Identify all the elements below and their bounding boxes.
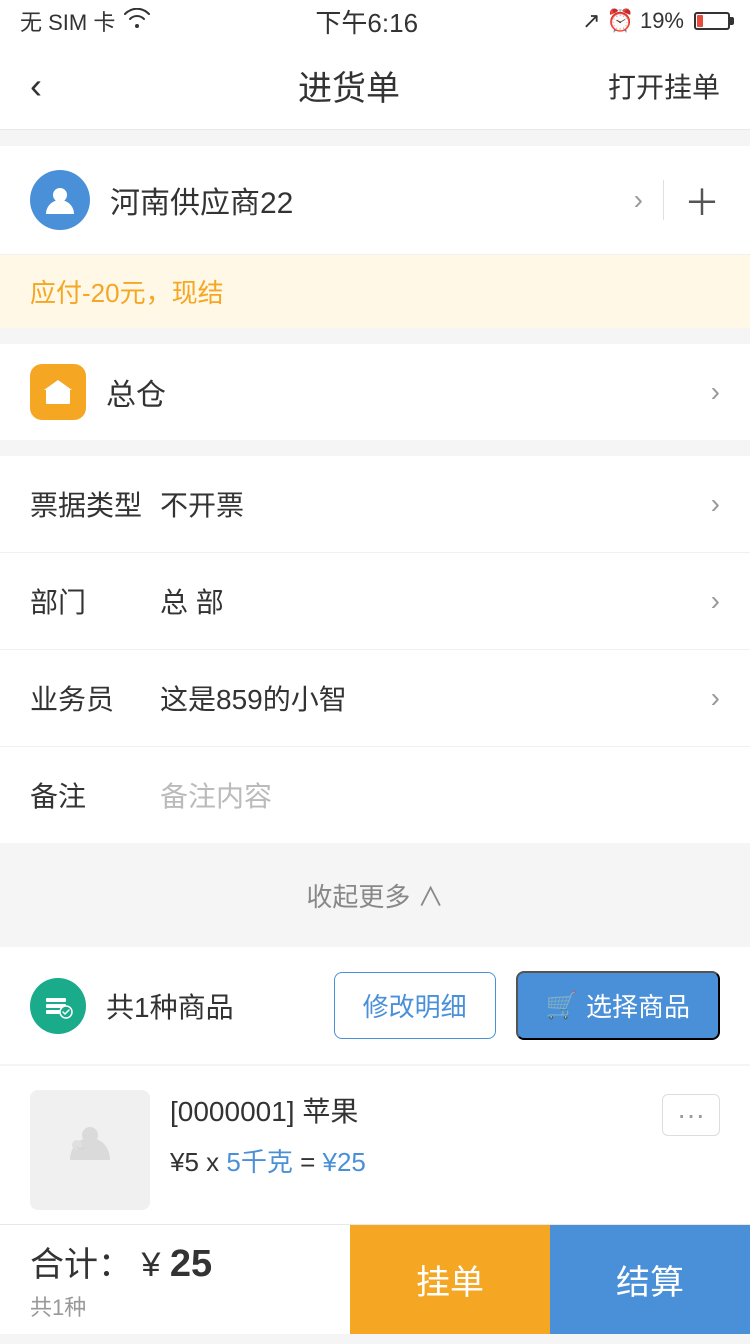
warehouse-section: 总仓 › <box>0 344 750 440</box>
product-info: [0000001] 苹果 ¥5 x 5千克 = ¥25 <box>170 1090 662 1179</box>
status-left: 无 SIM 卡 <box>20 5 151 37</box>
supplier-chevron-icon: › <box>634 184 643 216</box>
notice-text: 应付-20元，现结 <box>30 278 224 308</box>
product-item: [0000001] 苹果 ¥5 x 5千克 = ¥25 ··· <box>0 1066 750 1234</box>
total-symbol: ¥ <box>141 1246 160 1284</box>
invoice-chevron-icon: › <box>711 488 720 520</box>
cart-icon: 🛒 <box>546 990 578 1021</box>
battery-icon <box>694 12 730 30</box>
alarm-icon: ⏰ <box>607 8 634 34</box>
checkout-button[interactable]: 结算 <box>550 1225 750 1334</box>
collapse-toggle[interactable]: 收起更多 ∧ <box>0 859 750 931</box>
salesman-value: 这是859的小智 <box>160 678 711 718</box>
select-product-label: 选择商品 <box>586 987 690 1024</box>
hang-button[interactable]: 挂单 <box>350 1225 550 1334</box>
carrier-label: 无 SIM 卡 <box>20 5 115 37</box>
total-amount: 合计： ¥ 25 <box>30 1237 320 1286</box>
supplier-avatar <box>30 170 90 230</box>
dept-value: 总 部 <box>160 581 711 621</box>
back-button[interactable]: ‹ <box>30 65 90 107</box>
product-code: [0000001] <box>170 1096 295 1127</box>
select-product-button[interactable]: 🛒 选择商品 <box>516 971 720 1040</box>
dept-chevron-icon: › <box>711 585 720 617</box>
status-right: ↗ ⏰ 19% <box>582 8 730 34</box>
remark-input[interactable]: 备注内容 <box>160 775 720 815</box>
form-section: 票据类型 不开票 › 部门 总 部 › 业务员 这是859的小智 › 备注 备注… <box>0 456 750 843</box>
dept-label: 部门 <box>30 581 160 621</box>
nav-bar: ‹ 进货单 打开挂单 <box>0 42 750 130</box>
equals-symbol: = <box>300 1147 322 1177</box>
total-section: 合计： ¥ 25 共1种 <box>0 1225 350 1334</box>
total-count: 共1种 <box>30 1290 320 1322</box>
open-hang-button[interactable]: 打开挂单 <box>608 66 720 106</box>
salesman-label: 业务员 <box>30 678 160 718</box>
product-name: [0000001] 苹果 <box>170 1090 662 1130</box>
page-title: 进货单 <box>298 61 400 110</box>
supplier-section: 河南供应商22 › ＋ 应付-20元，现结 <box>0 146 750 328</box>
warehouse-row[interactable]: 总仓 › <box>0 344 750 440</box>
product-count-icon <box>30 978 86 1034</box>
vertical-divider <box>663 180 664 220</box>
salesman-chevron-icon: › <box>711 682 720 714</box>
product-unit-price: ¥5 <box>170 1147 199 1177</box>
time-label: 下午6:16 <box>315 3 418 40</box>
supplier-row[interactable]: 河南供应商22 › ＋ <box>0 146 750 255</box>
invoice-row[interactable]: 票据类型 不开票 › <box>0 456 750 553</box>
product-header: 共1种商品 修改明细 🛒 选择商品 <box>0 947 750 1064</box>
bottom-bar: 合计： ¥ 25 共1种 挂单 结算 <box>0 1224 750 1334</box>
supplier-right: › ＋ <box>634 174 720 226</box>
warehouse-icon <box>30 364 86 420</box>
invoice-label: 票据类型 <box>30 484 160 524</box>
product-qty: 5千克 <box>226 1147 292 1177</box>
more-options-icon[interactable]: ··· <box>662 1094 720 1136</box>
hang-label: 挂单 <box>416 1255 484 1304</box>
collapse-label: 收起更多 ∧ <box>306 877 443 914</box>
multiply-symbol: x <box>206 1147 226 1177</box>
product-more: ··· <box>662 1090 720 1136</box>
product-thumbnail <box>30 1090 150 1210</box>
checkout-label: 结算 <box>616 1255 684 1304</box>
warehouse-name: 总仓 <box>106 370 711 414</box>
notice-bar: 应付-20元，现结 <box>0 255 750 328</box>
total-number: 25 <box>170 1243 212 1285</box>
edit-detail-button[interactable]: 修改明细 <box>334 972 496 1039</box>
warehouse-chevron-icon: › <box>711 376 720 408</box>
status-bar: 无 SIM 卡 下午6:16 ↗ ⏰ 19% <box>0 0 750 42</box>
location-icon: ↗ <box>582 8 600 34</box>
battery-percent: 19% <box>640 8 684 34</box>
supplier-name: 河南供应商22 <box>110 178 634 222</box>
wifi-icon <box>123 8 151 34</box>
dept-row[interactable]: 部门 总 部 › <box>0 553 750 650</box>
product-count-label: 共1种商品 <box>106 986 314 1026</box>
remark-label: 备注 <box>30 775 160 815</box>
remark-row[interactable]: 备注 备注内容 <box>0 747 750 843</box>
product-title: 苹果 <box>302 1096 358 1127</box>
total-label: 合计： <box>30 1246 132 1284</box>
product-total: ¥25 <box>323 1147 366 1177</box>
invoice-value: 不开票 <box>160 484 711 524</box>
salesman-row[interactable]: 业务员 这是859的小智 › <box>0 650 750 747</box>
product-price-row: ¥5 x 5千克 = ¥25 <box>170 1142 662 1179</box>
add-supplier-icon[interactable]: ＋ <box>684 174 720 226</box>
